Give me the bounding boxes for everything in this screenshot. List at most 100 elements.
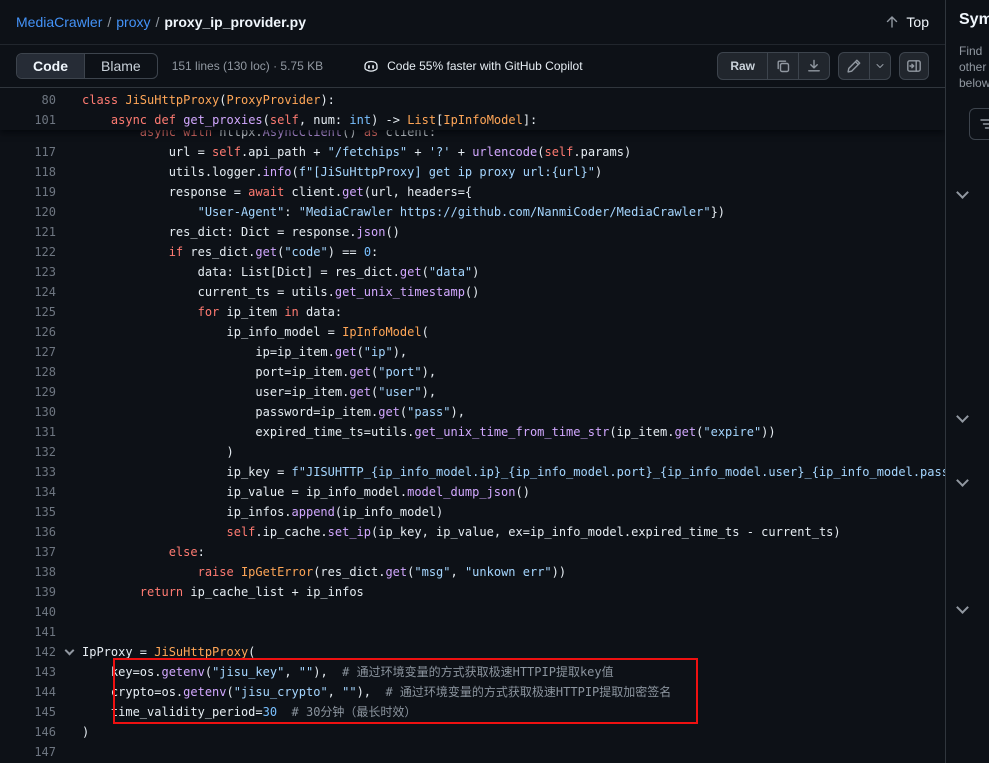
line-number[interactable]: 139	[0, 582, 56, 602]
back-to-top-button[interactable]: Top	[884, 14, 929, 30]
code-line: 146)	[0, 722, 945, 742]
code-text: crypto=os.getenv("jisu_crypto", ""), # 通…	[82, 682, 671, 702]
line-number[interactable]: 146	[0, 722, 56, 742]
line-number[interactable]: 137	[0, 542, 56, 562]
code-text: expired_time_ts=utils.get_unix_time_from…	[82, 422, 776, 442]
line-number[interactable]: 135	[0, 502, 56, 522]
code-text: )	[82, 722, 89, 742]
code-column: MediaCrawler/proxy/proxy_ip_provider.py …	[0, 0, 945, 763]
line-number[interactable]: 142	[0, 642, 56, 662]
line-number[interactable]: 138	[0, 562, 56, 582]
line-number[interactable]: 120	[0, 202, 56, 222]
line-number[interactable]: 119	[0, 182, 56, 202]
line-number[interactable]: 127	[0, 342, 56, 362]
line-number[interactable]: 121	[0, 222, 56, 242]
code-text: ip_infos.append(ip_info_model)	[82, 502, 443, 522]
code-text: res_dict: Dict = response.json()	[82, 222, 400, 242]
code-text: async def get_proxies(self, num: int) ->…	[82, 110, 537, 130]
code-text: ip_value = ip_info_model.model_dump_json…	[82, 482, 530, 502]
line-number[interactable]: 147	[0, 742, 56, 762]
line-gutter	[56, 522, 82, 542]
line-number[interactable]: 122	[0, 242, 56, 262]
code-line: 126 ip_info_model = IpInfoModel(	[0, 322, 945, 342]
line-gutter	[56, 202, 82, 222]
line-gutter	[56, 110, 82, 130]
line-number[interactable]: 140	[0, 602, 56, 622]
code-line: 130 password=ip_item.get("pass"),	[0, 402, 945, 422]
code-line: 123 data: List[Dict] = res_dict.get("dat…	[0, 262, 945, 282]
line-gutter	[56, 702, 82, 722]
symbol-expand-chevron-icon[interactable]	[956, 601, 969, 614]
line-number[interactable]: 131	[0, 422, 56, 442]
line-number[interactable]: 145	[0, 702, 56, 722]
line-number[interactable]: 125	[0, 302, 56, 322]
line-number[interactable]: 144	[0, 682, 56, 702]
tab-code[interactable]: Code	[17, 54, 85, 78]
code-line: 131 expired_time_ts=utils.get_unix_time_…	[0, 422, 945, 442]
line-gutter	[56, 422, 82, 442]
breadcrumb-folder-link[interactable]: proxy	[116, 14, 150, 30]
code-text: ip=ip_item.get("ip"),	[82, 342, 407, 362]
code-lines: 117 url = self.api_path + "/fetchips" + …	[0, 142, 945, 762]
code-line: 120 "User-Agent": "MediaCrawler https://…	[0, 202, 945, 222]
edit-button-group	[838, 52, 891, 80]
breadcrumb-separator: /	[107, 14, 111, 30]
code-line: 128 port=ip_item.get("port"),	[0, 362, 945, 382]
code-line: 119 response = await client.get(url, hea…	[0, 182, 945, 202]
code-text: response = await client.get(url, headers…	[82, 182, 472, 202]
code-line: 133 ip_key = f"JISUHTTP_{ip_info_model.i…	[0, 462, 945, 482]
code-text: current_ts = utils.get_unix_timestamp()	[82, 282, 479, 302]
line-number[interactable]: 123	[0, 262, 56, 282]
line-number[interactable]: 128	[0, 362, 56, 382]
line-number[interactable]: 134	[0, 482, 56, 502]
symbol-expand-chevron-icon[interactable]	[956, 474, 969, 487]
line-number[interactable]: 141	[0, 622, 56, 642]
line-number[interactable]: 133	[0, 462, 56, 482]
download-icon	[806, 58, 822, 74]
code-text: else:	[82, 542, 205, 562]
line-gutter	[56, 622, 82, 642]
symbols-filter-button[interactable]	[969, 108, 989, 140]
breadcrumb-separator: /	[155, 14, 159, 30]
line-number[interactable]: 80	[0, 90, 56, 110]
line-number[interactable]: 124	[0, 282, 56, 302]
symbol-expand-chevron-icon[interactable]	[956, 410, 969, 423]
symbol-expand-chevron-icon[interactable]	[956, 186, 969, 199]
code-line: 143 key=os.getenv("jisu_key", ""), # 通过环…	[0, 662, 945, 682]
breadcrumb-repo-link[interactable]: MediaCrawler	[16, 14, 102, 30]
breadcrumb: MediaCrawler/proxy/proxy_ip_provider.py	[16, 14, 306, 30]
pencil-icon	[846, 58, 862, 74]
collapse-chevron-icon[interactable]	[64, 646, 74, 656]
symbols-panel-title: Sym	[959, 11, 989, 29]
download-button[interactable]	[798, 52, 830, 80]
tab-blame[interactable]: Blame	[85, 54, 157, 78]
line-gutter	[56, 482, 82, 502]
line-number[interactable]: 117	[0, 142, 56, 162]
line-gutter	[56, 682, 82, 702]
symbols-panel-description: Find other below	[959, 43, 989, 91]
line-number[interactable]: 136	[0, 522, 56, 542]
line-number[interactable]: 129	[0, 382, 56, 402]
line-number[interactable]: 132	[0, 442, 56, 462]
line-number[interactable]: 130	[0, 402, 56, 422]
edit-button[interactable]	[838, 52, 870, 80]
code-line: 122 if res_dict.get("code") == 0:	[0, 242, 945, 262]
raw-button[interactable]: Raw	[717, 52, 768, 80]
edit-dropdown-button[interactable]	[869, 52, 891, 80]
code-line: 139 return ip_cache_list + ip_infos	[0, 582, 945, 602]
line-gutter	[56, 362, 82, 382]
line-gutter	[56, 90, 82, 110]
line-gutter	[56, 282, 82, 302]
line-number[interactable]	[0, 130, 56, 142]
copy-button[interactable]	[767, 52, 799, 80]
code-text: ip_info_model = IpInfoModel(	[82, 322, 429, 342]
line-number[interactable]: 101	[0, 110, 56, 130]
line-gutter	[56, 742, 82, 762]
line-number[interactable]: 143	[0, 662, 56, 682]
symbols-panel-toggle-button[interactable]	[899, 52, 929, 80]
code-text: return ip_cache_list + ip_infos	[82, 582, 364, 602]
code-text: async with httpx.AsyncClient() as client…	[82, 130, 436, 142]
code-line: 134 ip_value = ip_info_model.model_dump_…	[0, 482, 945, 502]
line-number[interactable]: 118	[0, 162, 56, 182]
line-number[interactable]: 126	[0, 322, 56, 342]
